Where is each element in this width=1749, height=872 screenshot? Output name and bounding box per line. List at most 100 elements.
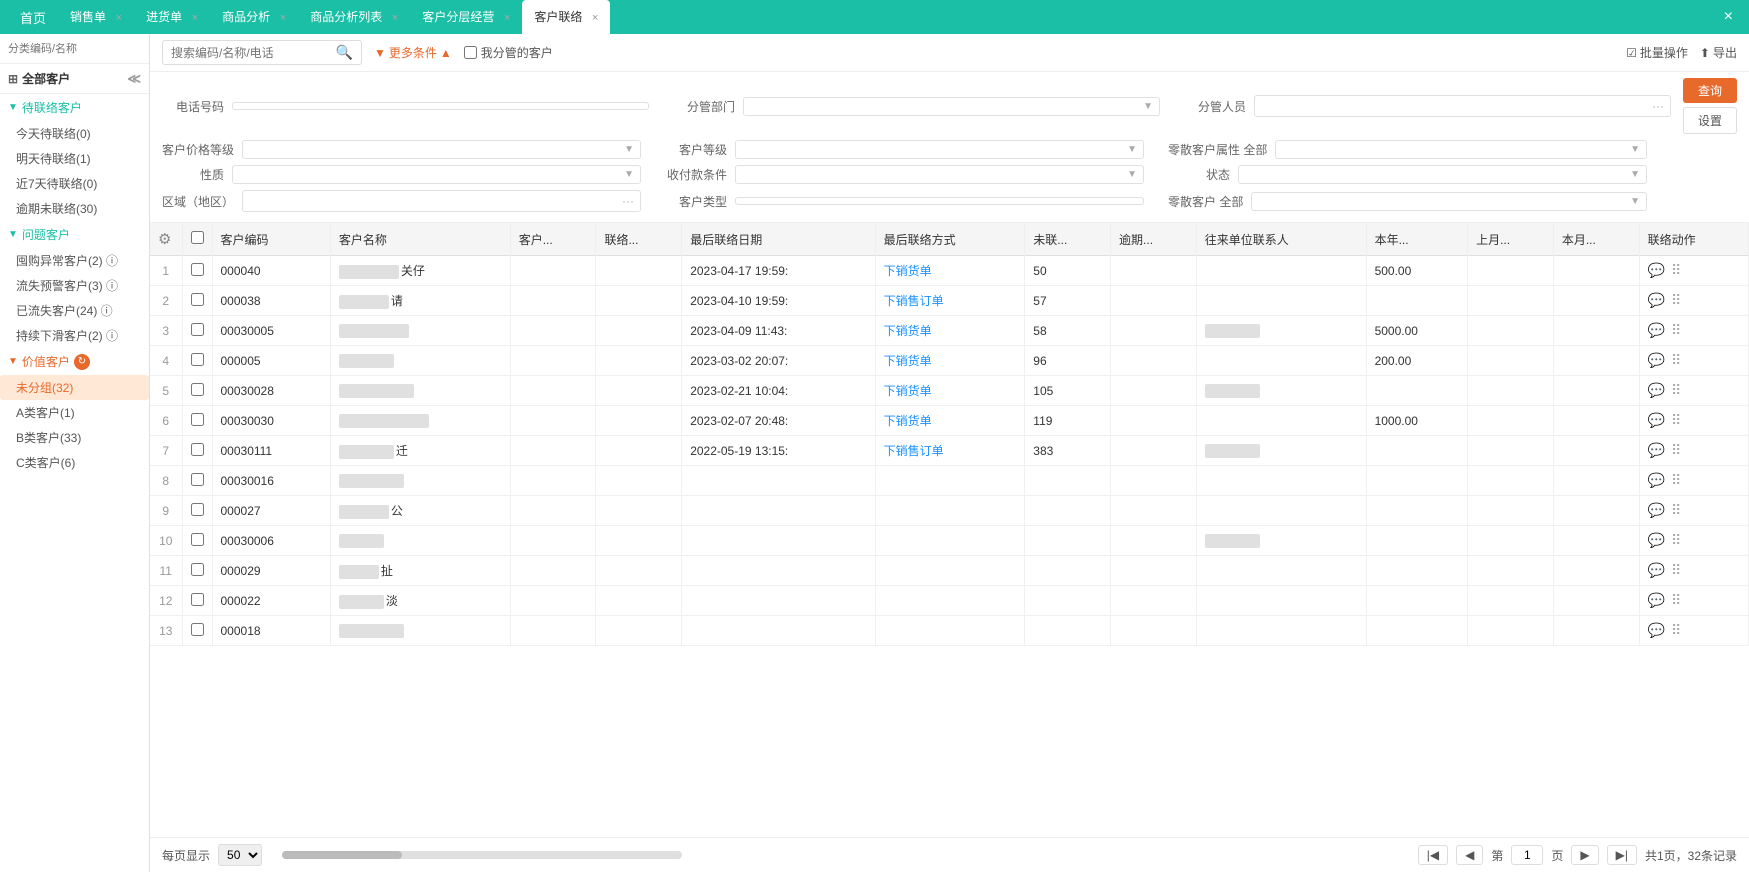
grid-action-icon[interactable]: ⠿ [1671,322,1681,339]
grid-action-icon[interactable]: ⠿ [1671,352,1681,369]
chat-icon[interactable]: 💬 [1648,532,1665,549]
grid-action-icon[interactable]: ⠿ [1671,532,1681,549]
filter-dept-input[interactable]: ▼ [743,97,1160,116]
chat-icon[interactable]: 💬 [1648,442,1665,459]
chat-icon[interactable]: 💬 [1648,262,1665,279]
filter-search-icon[interactable]: 🔍 [336,44,353,61]
sidebar-item-class-c[interactable]: C类客户(6) [0,450,149,475]
per-page-select[interactable]: 50 [218,844,262,866]
row-checkbox[interactable] [191,593,204,606]
row-checkbox[interactable] [191,473,204,486]
sidebar-section-pending[interactable]: ▼ 待联络客户 [0,94,149,121]
filter-search-input[interactable] [171,46,336,60]
tab-product-analysis-list[interactable]: 商品分析列表 × [298,0,410,34]
sidebar-collapse-icon[interactable]: ≪ [127,71,141,87]
filter-phone-input[interactable] [232,102,649,110]
row-checkbox[interactable] [191,383,204,396]
export-btn[interactable]: ⬆ 导出 [1700,44,1737,61]
row-checkbox[interactable] [191,263,204,276]
sidebar-item-declining[interactable]: 持续下滑客户(2) ⓘ [0,323,149,348]
tab-sales[interactable]: 销售单 × [58,0,134,34]
sidebar-item-overdue[interactable]: 逾期未联络(30) [0,196,149,221]
filter-nature-input[interactable]: ▼ [232,165,641,184]
close-customer-segment-tab-icon[interactable]: × [504,12,510,24]
chat-icon[interactable]: 💬 [1648,562,1665,579]
tab-customer-contact[interactable]: 客户联络 × [522,0,610,34]
grid-action-icon[interactable]: ⠿ [1671,472,1681,489]
more-conditions-btn[interactable]: ▼ 更多条件 ▲ [374,44,452,61]
contact-way-link[interactable]: 下销货单 [884,264,932,278]
chat-icon[interactable]: 💬 [1648,502,1665,519]
tab-purchase[interactable]: 进货单 × [134,0,210,34]
sidebar-item-unclassified[interactable]: 未分组(32) [0,375,149,400]
contact-way-link[interactable]: 下销售订单 [884,294,944,308]
chat-icon[interactable]: 💬 [1648,592,1665,609]
sidebar-item-class-a[interactable]: A类客户(1) [0,400,149,425]
chat-icon[interactable]: 💬 [1648,412,1665,429]
grid-action-icon[interactable]: ⠿ [1671,262,1681,279]
contact-way-link[interactable]: 下销货单 [884,384,932,398]
contact-way-link[interactable]: 下销售订单 [884,444,944,458]
chat-icon[interactable]: 💬 [1648,382,1665,399]
filter-customer-level-input[interactable]: ▼ [735,140,1144,159]
prev-page-btn[interactable]: ◀ [1456,845,1483,865]
first-page-btn[interactable]: |◀ [1418,845,1448,865]
sidebar-section-problem[interactable]: ▼ 问题客户 [0,221,149,248]
close-sales-tab-icon[interactable]: × [116,12,122,24]
close-purchase-tab-icon[interactable]: × [192,12,198,24]
row-checkbox[interactable] [191,353,204,366]
my-customers-checkbox[interactable]: 我分管的客户 [464,44,553,61]
contact-way-link[interactable]: 下销货单 [884,324,932,338]
filter-region-input[interactable]: ··· [242,190,641,212]
sidebar-item-lost[interactable]: 已流失客户(24) ⓘ [0,298,149,323]
grid-action-icon[interactable]: ⠿ [1671,442,1681,459]
th-gear[interactable]: ⚙ [150,223,182,256]
sidebar-item-today[interactable]: 今天待联络(0) [0,121,149,146]
filter-payment-input[interactable]: ▼ [735,165,1144,184]
grid-action-icon[interactable]: ⠿ [1671,292,1681,309]
select-all-checkbox[interactable] [191,231,204,244]
filter-status-input[interactable]: ▼ [1238,165,1647,184]
row-checkbox[interactable] [191,503,204,516]
grid-action-icon[interactable]: ⠿ [1671,562,1681,579]
chat-icon[interactable]: 💬 [1648,292,1665,309]
row-checkbox[interactable] [191,533,204,546]
filter-search-box[interactable]: 🔍 [162,40,362,65]
home-tab[interactable]: 首页 [8,8,58,27]
filter-person-input[interactable]: ··· [1254,95,1671,117]
filter-price-level-input[interactable]: ▼ [242,140,641,159]
tab-product-analysis[interactable]: 商品分析 × [210,0,298,34]
chat-icon[interactable]: 💬 [1648,352,1665,369]
row-checkbox[interactable] [191,413,204,426]
chat-icon[interactable]: 💬 [1648,322,1665,339]
close-product-analysis-list-tab-icon[interactable]: × [392,12,398,24]
filter-retail-attr-input[interactable]: ▼ [1275,140,1647,159]
tab-customer-segment[interactable]: 客户分层经营 × [410,0,522,34]
window-close-icon[interactable]: × [1716,8,1741,26]
row-checkbox[interactable] [191,293,204,306]
page-input[interactable] [1511,845,1543,865]
row-checkbox[interactable] [191,443,204,456]
next-page-btn[interactable]: ▶ [1571,845,1598,865]
row-checkbox[interactable] [191,623,204,636]
grid-action-icon[interactable]: ⠿ [1671,412,1681,429]
grid-action-icon[interactable]: ⠿ [1671,382,1681,399]
row-checkbox[interactable] [191,323,204,336]
filter-customer-type-input[interactable] [735,197,1144,205]
last-page-btn[interactable]: ▶| [1607,845,1637,865]
sidebar-item-7days[interactable]: 近7天待联络(0) [0,171,149,196]
filter-retail-customer-input[interactable]: ▼ [1251,192,1647,211]
contact-way-link[interactable]: 下销货单 [884,354,932,368]
row-checkbox[interactable] [191,563,204,576]
contact-way-link[interactable]: 下销货单 [884,414,932,428]
reset-btn[interactable]: 设置 [1683,107,1737,134]
my-customers-check[interactable] [464,46,477,59]
grid-action-icon[interactable]: ⠿ [1671,502,1681,519]
close-customer-contact-tab-icon[interactable]: × [592,12,598,24]
sidebar-search-box[interactable]: 🔍 [0,34,149,64]
sidebar-all-customers[interactable]: ⊞ 全部客户 ≪ [0,64,149,94]
grid-action-icon[interactable]: ⠿ [1671,592,1681,609]
bulk-ops-btn[interactable]: ☑ 批量操作 [1626,44,1688,61]
chat-icon[interactable]: 💬 [1648,472,1665,489]
close-product-analysis-tab-icon[interactable]: × [280,12,286,24]
